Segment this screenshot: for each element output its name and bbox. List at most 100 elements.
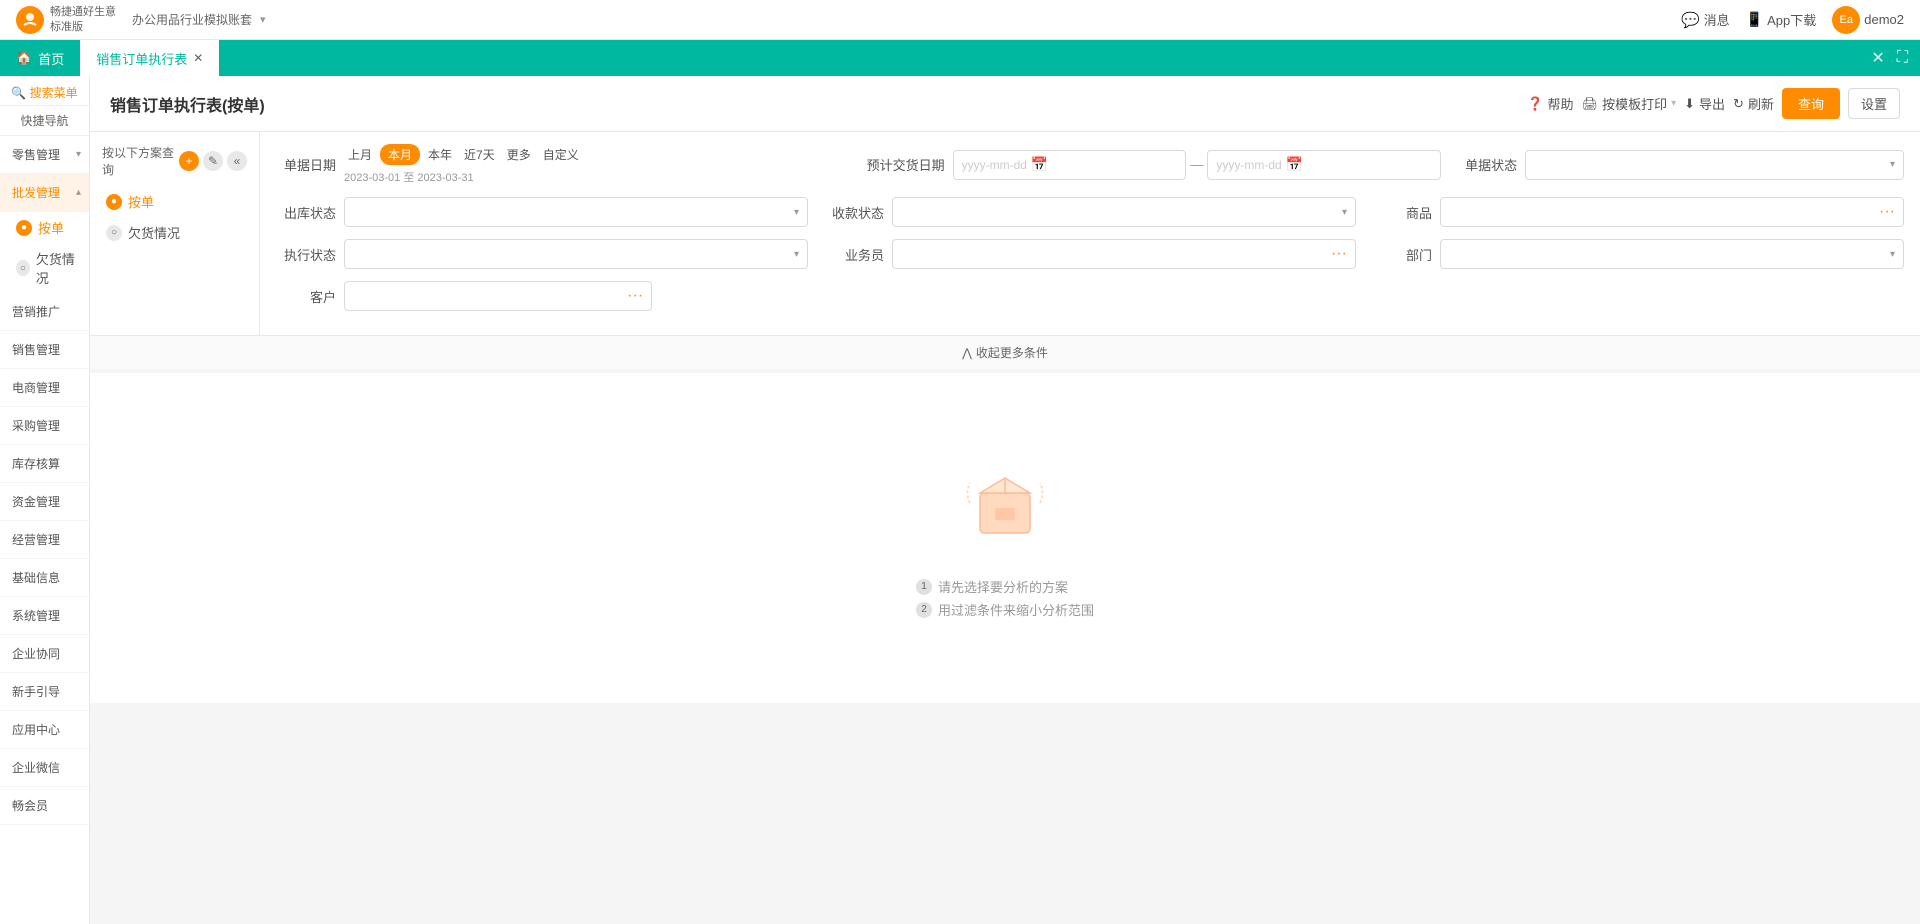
expected-date-to[interactable]: yyyy-mm-dd 📅 [1207,150,1441,180]
nav-dropdown-icon[interactable]: ▾ [260,13,266,26]
sidebar-item-system[interactable]: 系统管理 [0,597,89,635]
payment-status-label: 收款状态 [824,203,884,222]
logo-icon [16,6,44,34]
sidebar-item-marketing[interactable]: 营销推广 [0,293,89,331]
avatar: Ea [1832,6,1860,34]
tab-close-icon[interactable]: ✕ [193,51,203,65]
scheme-item-backorder-status[interactable]: ○ 欠货情况 [98,217,251,248]
sidebar-item-base-info[interactable]: 基础信息 [0,559,89,597]
user-profile[interactable]: Ea demo2 [1832,6,1904,34]
delivery-status-label: 出库状态 [276,203,336,222]
sidebar-item-purchase[interactable]: 采购管理 [0,407,89,445]
page-title: 销售订单执行表(按单) [110,92,265,116]
sidebar-item-sales-mgmt[interactable]: 销售管理 [0,331,89,369]
dept-chevron-icon: ▾ [1890,249,1895,260]
salesperson-label: 业务员 [824,245,884,264]
sidebar-search[interactable]: 🔍 搜索菜单 [0,76,89,106]
print-btn[interactable]: 🖨 按模板打印 ▾ [1582,94,1677,113]
field-delivery-status: 出库状态 ▾ [276,197,808,227]
filter-row-2: 出库状态 ▾ 收款状态 ▾ [276,197,1904,227]
refresh-btn[interactable]: ↻ 刷新 [1733,94,1774,113]
tab-expand-icon[interactable]: ⛶ [1893,45,1912,71]
sidebar-item-member[interactable]: 畅会员 [0,787,89,825]
tab-sales-order[interactable]: 销售订单执行表 ✕ [80,40,219,76]
scheme-item-by-order[interactable]: ● 按单 [98,186,251,217]
sidebar-item-finance[interactable]: 资金管理 [0,483,89,521]
date-btn-custom[interactable]: 自定义 [539,144,583,165]
sidebar-item-ecommerce[interactable]: 电商管理 [0,369,89,407]
nav-label[interactable]: 办公用品行业模拟账套 [132,11,252,28]
tab-close-window-icon[interactable]: ✕ [1867,44,1888,72]
date-btn-last-month[interactable]: 上月 [344,144,376,165]
logo-area[interactable]: 畅捷通好生意 标准版 [16,5,116,34]
sidebar-quick-nav[interactable]: 快捷导航 [0,106,89,136]
exec-status-select[interactable]: ▾ [344,239,808,269]
sidebar-item-app-center[interactable]: 应用中心 [0,711,89,749]
sub-item-by-order[interactable]: ● 按单 [0,212,89,243]
product-label: 商品 [1372,203,1432,222]
empty-tip-1: 1 请先选择要分析的方案 [916,577,1094,596]
settings-btn[interactable]: 设置 [1848,88,1900,119]
sidebar-item-new-user[interactable]: 新手引导 [0,673,89,711]
by-order-scheme-icon: ● [16,220,32,236]
date-btn-this-month[interactable]: 本月 [380,144,420,165]
dept-select[interactable]: ▾ [1440,239,1904,269]
customer-select[interactable]: ··· [344,281,652,311]
doc-status-label: 单据状态 [1457,155,1517,174]
sidebar: 🔍 搜索菜单 快捷导航 零售管理 ▾ 批发管理 ▴ ● 按单 ○ 欠货情况 营销… [0,76,90,924]
sidebar-item-wholesale[interactable]: 批发管理 ▴ [0,174,89,212]
field-dept: 部门 ▾ [1372,239,1904,269]
edit-scheme-btn[interactable]: ✎ [203,151,223,171]
search-icon: 🔍 [11,86,26,100]
doc-date-label: 单据日期 [276,155,336,174]
filter-row-3: 执行状态 ▾ 业务员 ··· [276,239,1904,269]
scheme-by-order-icon: ● [106,194,122,210]
query-btn[interactable]: 查询 [1782,88,1840,119]
salesperson-select[interactable]: ··· [892,239,1356,269]
add-scheme-btn[interactable]: + [179,151,199,171]
scheme-backorder-icon: ○ [106,225,122,241]
sidebar-item-retail[interactable]: 零售管理 ▾ [0,136,89,174]
product-select[interactable]: ··· [1440,197,1904,227]
payment-chevron-icon: ▾ [1342,207,1347,218]
logo-text: 畅捷通好生意 标准版 [50,5,116,34]
tab-home[interactable]: 🏠 首页 [0,40,80,76]
empty-tip-2: 2 用过滤条件来缩小分析范围 [916,600,1094,619]
app-download-action[interactable]: 📱 App下载 [1746,10,1817,29]
payment-status-select[interactable]: ▾ [892,197,1356,227]
message-action[interactable]: 💬 消息 [1681,10,1730,29]
customer-dots-icon[interactable]: ··· [627,288,643,304]
status-chevron-icon: ▾ [1890,159,1895,170]
expected-date-from[interactable]: yyyy-mm-dd 📅 [953,150,1187,180]
date-btn-7days[interactable]: 近7天 [460,144,499,165]
sidebar-item-inventory[interactable]: 库存核算 [0,445,89,483]
date-btn-this-year[interactable]: 本年 [424,144,456,165]
help-btn[interactable]: ❓ 帮助 [1527,94,1573,113]
tab-bar-actions: ✕ ⛶ [1867,40,1920,76]
field-expected-date: 预计交货日期 yyyy-mm-dd 📅 — yyyy-mm-dd 📅 [867,150,1442,180]
export-btn[interactable]: ⬇ 导出 [1684,94,1725,113]
collapse-bar[interactable]: ⋀ 收起更多条件 [90,335,1920,369]
message-icon: 💬 [1681,11,1700,29]
print-dropdown-icon: ▾ [1671,98,1676,109]
doc-status-select[interactable]: ▾ [1525,150,1904,180]
delivery-status-select[interactable]: ▾ [344,197,808,227]
help-icon: ❓ [1527,96,1543,112]
filter-row-1: 单据日期 上月 本月 本年 近7天 更多 自定义 [276,144,1904,185]
filter-row-4: 客户 ··· [276,281,1904,311]
sidebar-item-enterprise-wechat[interactable]: 企业微信 [0,749,89,787]
date-btn-more[interactable]: 更多 [503,144,535,165]
sidebar-item-enterprise-collab[interactable]: 企业协同 [0,635,89,673]
date-range-hint: 2023-03-01 至 2023-03-31 [344,169,851,185]
header-right: 💬 消息 📱 App下载 Ea demo2 [1681,6,1904,34]
filter-left-header: 按以下方案查询 + ✎ « [98,144,251,178]
sidebar-item-operations[interactable]: 经营管理 [0,521,89,559]
exec-status-label: 执行状态 [276,245,336,264]
collapse-scheme-btn[interactable]: « [227,151,247,171]
cal-from-icon: 📅 [1031,156,1048,173]
expected-date-label: 预计交货日期 [867,155,945,174]
filter-left-actions: + ✎ « [179,151,247,171]
product-dots-icon[interactable]: ··· [1879,204,1895,220]
sub-item-backorder[interactable]: ○ 欠货情况 [0,243,89,293]
salesperson-dots-icon[interactable]: ··· [1331,246,1347,262]
